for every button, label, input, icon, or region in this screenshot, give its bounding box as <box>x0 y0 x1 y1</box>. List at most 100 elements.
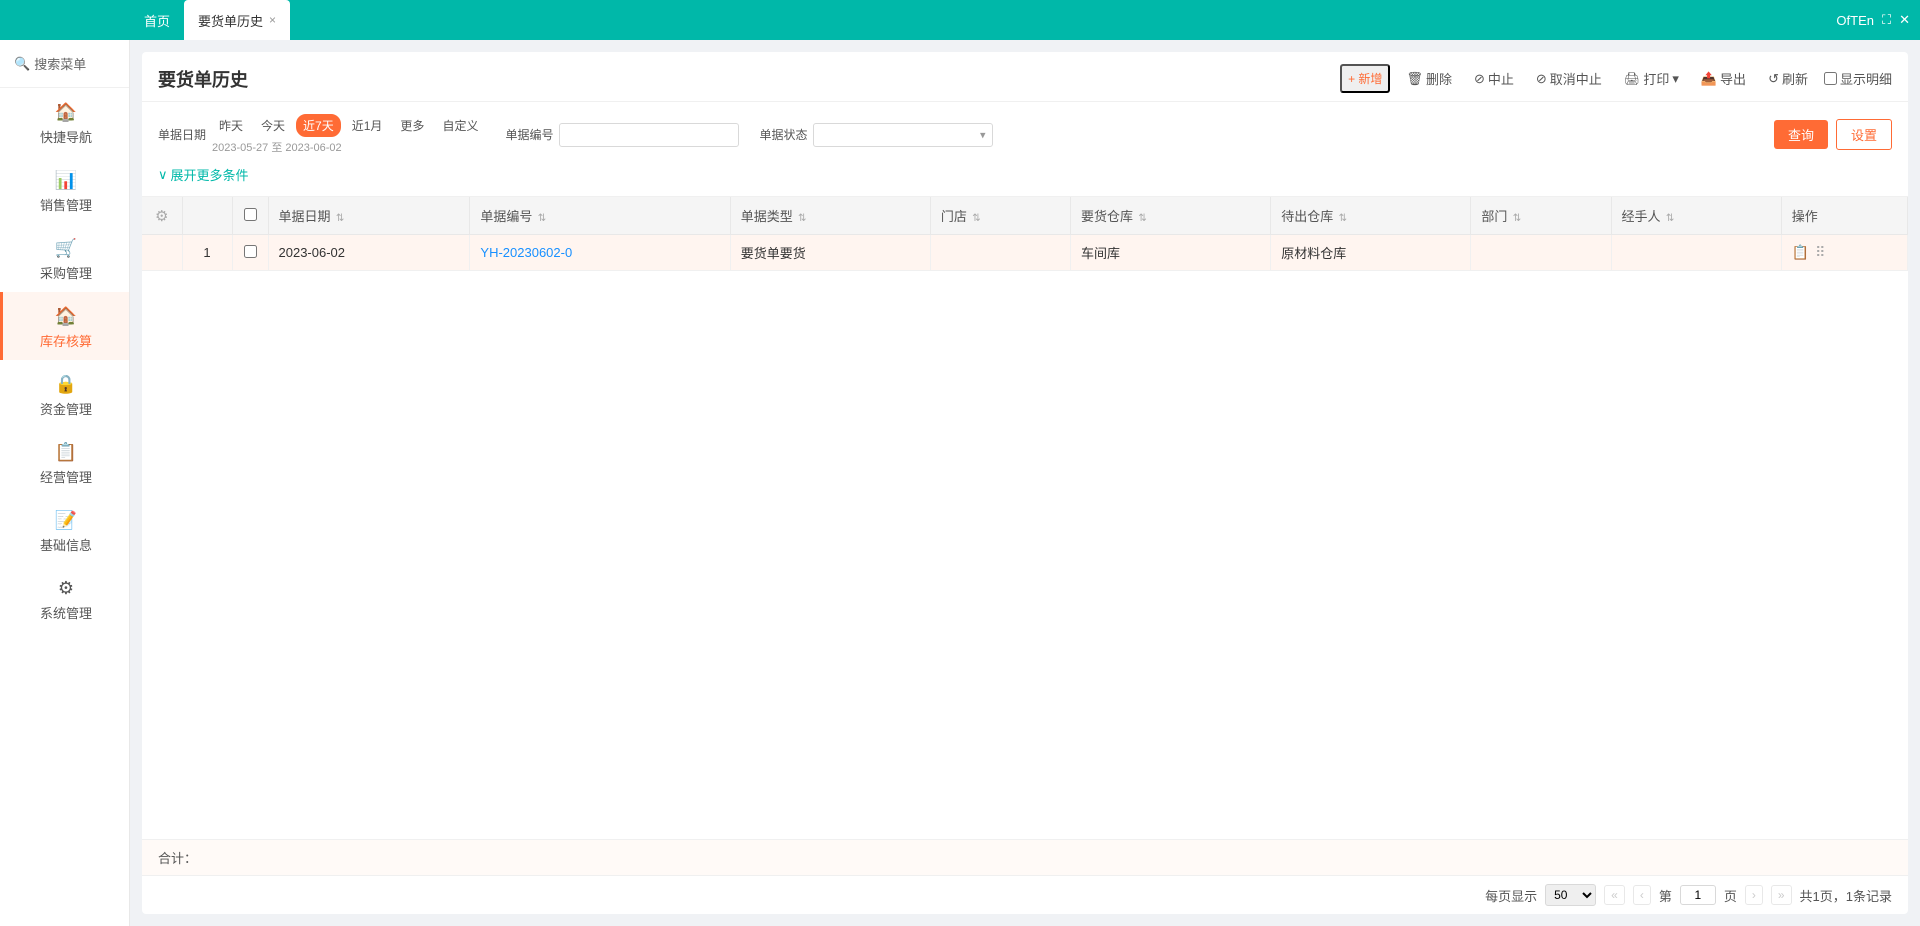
sidebar-item-finance[interactable]: 🔒 资金管理 <box>0 360 129 428</box>
th-handler-label: 经手人 <box>1622 209 1661 224</box>
delete-icon: 🗑 <box>1406 71 1423 87</box>
search-menu-btn[interactable]: 🔍 搜索菜单 <box>8 50 121 77</box>
docno-filter: 单据编号 <box>505 123 739 147</box>
sidebar-item-system[interactable]: ⚙ 系统管理 <box>0 564 129 632</box>
sidebar-search-area[interactable]: 🔍 搜索菜单 <box>0 40 129 88</box>
delete-label: 删除 <box>1426 69 1452 88</box>
th-pending-warehouse: 待出仓库 ⇅ <box>1271 197 1471 235</box>
sidebar-item-inventory[interactable]: 🏠 库存核算 <box>0 292 129 360</box>
prev-page-btn[interactable]: ‹ <box>1633 885 1651 905</box>
docno-label: 单据编号 <box>505 126 553 143</box>
tab-home[interactable]: 首页 <box>130 0 184 40</box>
table-footer: 合计： <box>142 839 1908 875</box>
page-size-label: 每页显示 <box>1485 886 1537 905</box>
docno-sort-icon[interactable]: ⇅ <box>538 213 546 224</box>
main-table: ⚙ 单据日期 ⇅ 单据编号 <box>142 197 1908 271</box>
sidebar-item-sales[interactable]: 📊 销售管理 <box>0 156 129 224</box>
td-store <box>930 235 1070 271</box>
sales-icon: 📊 <box>55 170 77 191</box>
page-input[interactable] <box>1680 885 1716 905</box>
close-btn[interactable]: ✕ <box>1899 12 1910 28</box>
next-page-btn[interactable]: › <box>1745 885 1763 905</box>
print-button[interactable]: 🖨 打印 ▾ <box>1618 65 1685 92</box>
docno-input[interactable] <box>559 123 739 147</box>
department-sort-icon[interactable]: ⇅ <box>1513 213 1521 224</box>
table-area: ⚙ 单据日期 ⇅ 单据编号 <box>142 197 1908 839</box>
date-range-text: 2023-05-27 至 2023-06-02 <box>212 139 485 155</box>
search-menu-label: 搜索菜单 <box>34 54 86 73</box>
stop-button[interactable]: ⊘ 中止 <box>1468 65 1520 92</box>
handler-sort-icon[interactable]: ⇅ <box>1666 213 1674 224</box>
column-settings-icon[interactable]: ⚙ <box>152 207 172 225</box>
display-detail-checkbox[interactable]: 显示明细 <box>1824 69 1892 88</box>
sidebar-item-quick-nav[interactable]: 🏠 快捷导航 <box>0 88 129 156</box>
th-docno: 单据编号 ⇅ <box>470 197 730 235</box>
row-edit-icon[interactable]: 📋 <box>1792 244 1809 261</box>
date-btn-1month[interactable]: 近1月 <box>345 114 390 137</box>
content-area: 要货单历史 + 新增 🗑 删除 ⊘ 中止 ⊘ 取消中止 <box>130 40 1920 926</box>
sidebar-item-label: 基础信息 <box>40 535 92 554</box>
sidebar-item-purchase[interactable]: 🛒 采购管理 <box>0 224 129 292</box>
export-button[interactable]: 📤 导出 <box>1695 65 1752 92</box>
cancel-stop-icon: ⊘ <box>1536 71 1547 87</box>
pending-warehouse-sort-icon[interactable]: ⇅ <box>1339 213 1347 224</box>
date-btn-today[interactable]: 今天 <box>254 114 292 137</box>
req-warehouse-sort-icon[interactable]: ⇅ <box>1138 213 1146 224</box>
date-filter: 单据日期 昨天 今天 近7天 近1月 更多 自定义 2023-05-27 至 2… <box>158 114 485 155</box>
date-btns: 昨天 今天 近7天 近1月 更多 自定义 <box>212 114 485 137</box>
date-btn-more[interactable]: 更多 <box>393 114 431 137</box>
date-btn-yesterday[interactable]: 昨天 <box>212 114 250 137</box>
store-sort-icon[interactable]: ⇅ <box>972 213 980 224</box>
tab-close-icon[interactable]: × <box>269 13 276 27</box>
cancel-stop-button[interactable]: ⊘ 取消中止 <box>1530 65 1608 92</box>
row-docno-link[interactable]: YH-20230602-0 <box>480 245 572 260</box>
operations-icon: 📋 <box>55 442 77 463</box>
status-select[interactable]: 草稿 已审核 已中止 <box>813 123 993 147</box>
tab-yaohuo[interactable]: 要货单历史 × <box>184 0 290 40</box>
td-check <box>232 235 268 271</box>
search-button[interactable]: 查询 <box>1774 120 1828 149</box>
total-info: 共1页，1条记录 <box>1800 886 1892 905</box>
total-label: 合计： <box>158 848 197 867</box>
refresh-button[interactable]: ↺ 刷新 <box>1762 65 1814 92</box>
quick-nav-icon: 🏠 <box>55 102 77 123</box>
display-detail-check[interactable] <box>1824 72 1837 85</box>
purchase-icon: 🛒 <box>55 238 77 259</box>
td-action: 📋 ⠿ <box>1781 235 1907 271</box>
page-label-suffix: 页 <box>1724 886 1737 905</box>
cancel-stop-label: 取消中止 <box>1550 69 1602 88</box>
sidebar-item-basic-info[interactable]: 📝 基础信息 <box>0 496 129 564</box>
th-action-label: 操作 <box>1792 209 1818 224</box>
doctype-sort-icon[interactable]: ⇅ <box>798 213 806 224</box>
sidebar-item-label: 采购管理 <box>40 263 92 282</box>
date-btn-custom[interactable]: 自定义 <box>435 114 485 137</box>
td-num: 1 <box>182 235 232 271</box>
table-row: 1 2023-06-02 YH-20230602-0 <box>142 235 1908 271</box>
first-page-btn[interactable]: « <box>1604 885 1625 905</box>
page-size-select[interactable]: 20 50 100 200 <box>1545 884 1596 906</box>
row-checkbox[interactable] <box>244 245 257 258</box>
maximize-btn[interactable]: ⛶ <box>1882 12 1891 28</box>
top-bar: 首页 要货单历史 × OfTEn ⛶ ✕ <box>0 0 1920 40</box>
stop-label: 中止 <box>1488 69 1514 88</box>
status-filter: 单据状态 草稿 已审核 已中止 <box>759 123 993 147</box>
sidebar-item-operations[interactable]: 📋 经营管理 <box>0 428 129 496</box>
date-btn-7days[interactable]: 近7天 <box>296 114 341 137</box>
date-sort-icon[interactable]: ⇅ <box>336 213 344 224</box>
sidebar-item-label: 快捷导航 <box>40 127 92 146</box>
delete-button[interactable]: 🗑 删除 <box>1400 65 1458 92</box>
row-more-icon[interactable]: ⠿ <box>1815 244 1825 261</box>
expand-icon: ∨ <box>158 167 168 183</box>
expand-conditions-btn[interactable]: ∨ 展开更多条件 <box>158 161 1892 188</box>
search-icon: 🔍 <box>14 56 30 72</box>
select-all-checkbox[interactable] <box>244 208 257 221</box>
stop-icon: ⊘ <box>1474 71 1485 87</box>
settings-button[interactable]: 设置 <box>1836 119 1892 150</box>
status-label: 单据状态 <box>759 126 807 143</box>
tab-yaohuo-label: 要货单历史 <box>198 11 263 30</box>
last-page-btn[interactable]: » <box>1771 885 1792 905</box>
table-body: 1 2023-06-02 YH-20230602-0 <box>142 235 1908 271</box>
new-button[interactable]: + 新增 <box>1340 64 1390 93</box>
sidebar-item-label: 销售管理 <box>40 195 92 214</box>
system-icon: ⚙ <box>58 578 74 599</box>
